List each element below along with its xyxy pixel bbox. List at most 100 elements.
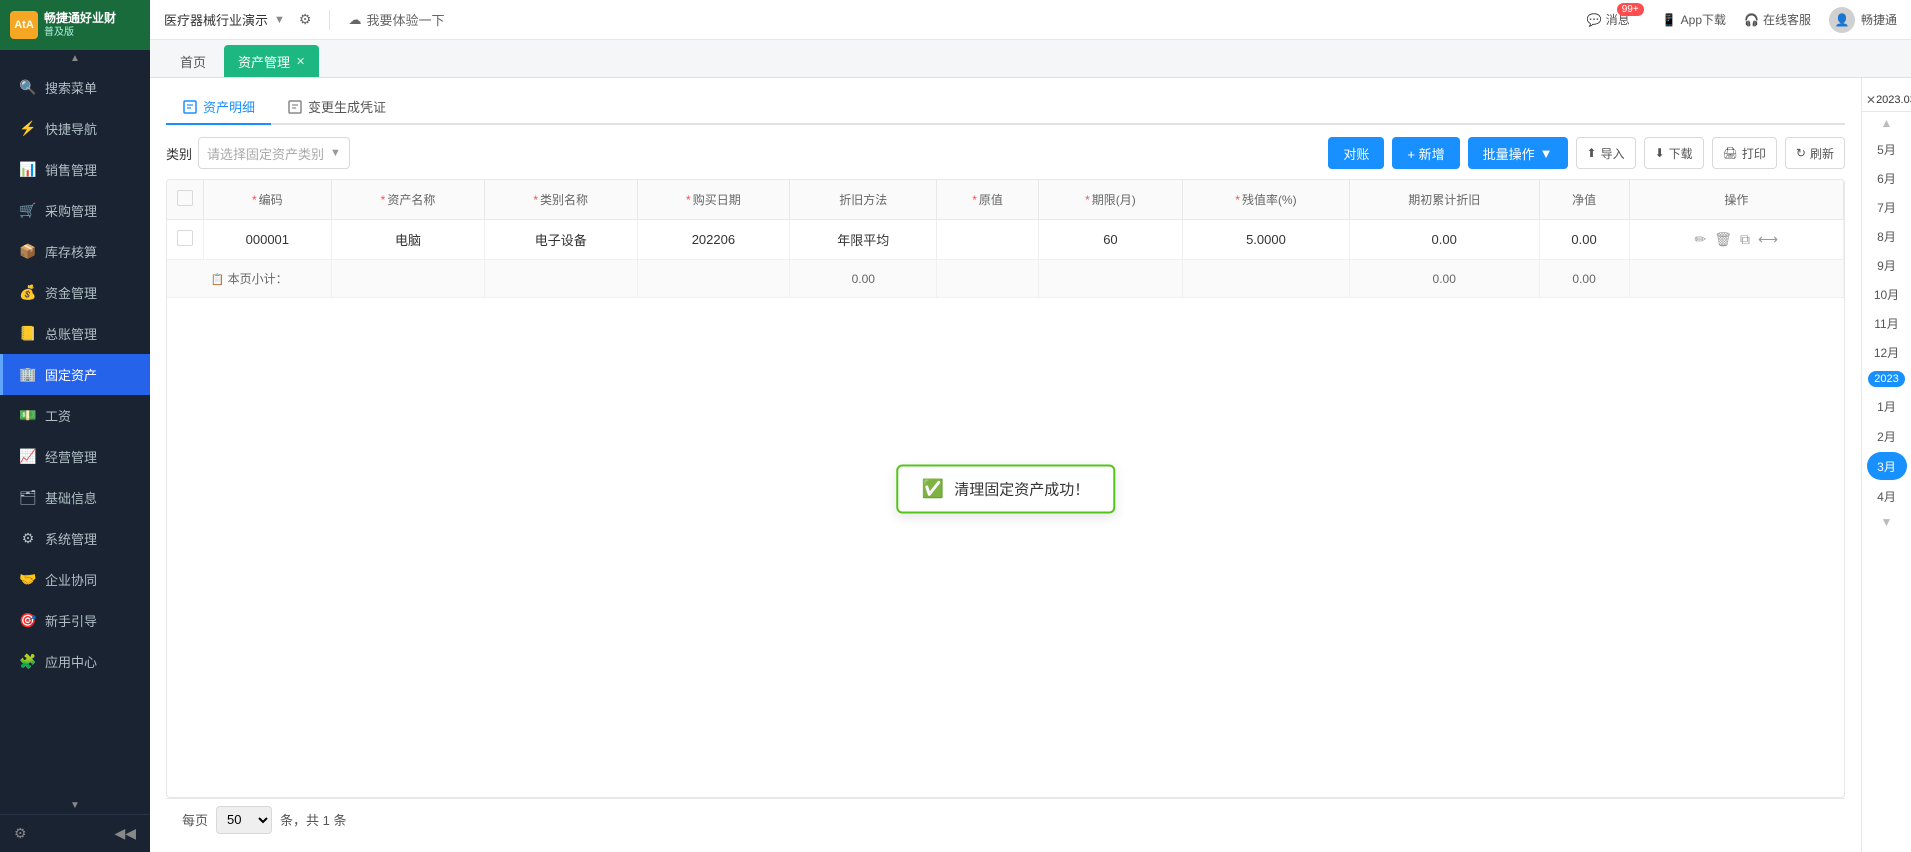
month-item-2[interactable]: 2月 [1867,422,1907,450]
sidebar-item-base[interactable]: 🗂 基础信息 [0,477,150,518]
sidebar-item-sales[interactable]: 📊 销售管理 [0,149,150,190]
table-header-row: *编码 *资产名称 *类别名称 *购买日期 折旧方法 *原值 *期限(月) *残… [167,180,1844,220]
sidebar-item-payroll[interactable]: 💵 工资 [0,395,150,436]
collab-icon: 🤝 [19,571,37,589]
right-panel: ✕ 2023.03 ⤢ ▲ 5月 6月 7月 8月 9月 10月 11月 12月… [1861,78,1911,852]
sidebar-item-funds[interactable]: 💰 资金管理 [0,272,150,313]
settings-icon[interactable]: ⚙ [14,825,27,842]
download-icon2: ⬇ [1655,146,1665,160]
sidebar-item-label: 基础信息 [45,488,97,507]
scroll-down-arrow[interactable]: ▼ [1881,511,1893,533]
download-button[interactable]: ⬇ 下载 [1644,137,1704,169]
base-icon: 🗂 [19,489,37,507]
header-checkbox[interactable] [177,190,193,206]
delete-icon[interactable]: 🗑 [1714,231,1732,248]
month-item-11[interactable]: 11月 [1867,309,1907,337]
tab-assets-label: 资产管理 [238,52,290,71]
refresh-button[interactable]: ↻ 刷新 [1785,137,1845,169]
sidebar-item-ledger[interactable]: 📒 总账管理 [0,313,150,354]
sub-tab-change-voucher[interactable]: 变更生成凭证 [271,90,402,125]
sidebar-item-assets[interactable]: 🏢 固定资产 [0,354,150,395]
service-button[interactable]: 🎧 在线客服 [1744,11,1811,28]
purchase-icon: 🛒 [19,202,37,220]
category-filter-label: 类别 [166,144,192,163]
batch-button[interactable]: 批量操作 ▼ [1468,137,1568,169]
scroll-up-arrow[interactable]: ▲ [1881,112,1893,134]
year-2023-label: 2023 [1868,371,1904,387]
message-button[interactable]: 💬 消息 99+ [1587,11,1630,28]
right-panel-close-icon[interactable]: ✕ [1866,93,1876,107]
sidebar-item-system[interactable]: ⚙ 系统管理 [0,518,150,559]
download-icon: 📱 [1662,13,1677,27]
per-page-select[interactable]: 50 100 [216,806,272,834]
ledger-icon: 📒 [19,325,37,343]
edit-icon[interactable]: ✏ [1695,231,1707,248]
sidebar-nav: 🔍 搜索菜单 ⚡ 快捷导航 📊 销售管理 🛒 采购管理 📦 库存核算 💰 资金管… [0,67,150,797]
action-icons: ✏ 🗑 ⧉ ⟷ [1638,231,1835,248]
sidebar-item-label: 资金管理 [45,283,97,302]
month-item-9[interactable]: 9月 [1867,251,1907,279]
experience-button[interactable]: ☁ 我要体验一下 [348,10,444,29]
month-item-7[interactable]: 7月 [1867,193,1907,221]
collapse-icon[interactable]: ◀◀ [114,825,136,842]
sidebar-scroll-down[interactable]: ▼ [0,797,150,814]
user-menu[interactable]: 👤 畅捷通 [1829,7,1897,33]
sidebar-item-search[interactable]: 🔍 搜索菜单 [0,67,150,108]
logo-text: 畅捷通好业财 普及版 [44,11,116,40]
message-icon: 💬 [1587,13,1602,27]
sidebar-logo: AtA 畅捷通好业财 普及版 [0,0,150,50]
subtotal-residual-cell [1183,260,1350,298]
company-selector[interactable]: 医疗器械行业演示 ▼ [164,10,285,29]
month-item-1[interactable]: 1月 [1867,392,1907,420]
th-check [167,180,203,220]
right-panel-header: ✕ 2023.03 ⤢ [1862,88,1911,112]
month-item-8[interactable]: 8月 [1867,222,1907,250]
success-toast: ✅ 清理固定资产成功！ [896,464,1115,513]
month-item-3-current[interactable]: 3月 [1867,452,1907,480]
import-button[interactable]: ⬆ 导入 [1576,137,1636,169]
print-label: 打印 [1742,145,1766,162]
month-item-10[interactable]: 10月 [1867,280,1907,308]
settings-gear-icon[interactable]: ⚙ [299,11,312,28]
funds-icon: 💰 [19,284,37,302]
copy-icon[interactable]: ⧉ [1740,231,1750,248]
month-item-12[interactable]: 12月 [1867,338,1907,366]
sidebar-item-inventory[interactable]: 📦 库存核算 [0,231,150,272]
sub-tab-asset-detail[interactable]: 资产明细 [166,90,271,125]
sidebar-item-guide[interactable]: 🎯 新手引导 [0,600,150,641]
search-icon: 🔍 [19,79,37,97]
assets-icon: 🏢 [19,366,37,384]
row-checkbox[interactable] [177,230,193,246]
tab-assets-mgmt[interactable]: 资产管理 ✕ [224,45,319,77]
sidebar-item-apps[interactable]: 🧩 应用中心 [0,641,150,682]
sidebar-bottom: ⚙ ◀◀ [0,814,150,852]
print-button[interactable]: 🖨 打印 [1712,137,1777,169]
sidebar-item-purchase[interactable]: 🛒 采购管理 [0,190,150,231]
sidebar-item-label: 库存核算 [45,242,97,261]
month-item-6[interactable]: 6月 [1867,164,1907,192]
sidebar-item-collab[interactable]: 🤝 企业协同 [0,559,150,600]
download-label2: 下载 [1669,145,1693,162]
more-icon[interactable]: ⟷ [1758,231,1778,248]
new-button[interactable]: + 新增 [1392,137,1459,169]
account-label: 对账 [1343,144,1369,163]
main-content: 资产明细 变更生成凭证 类别 请选择固定资产类别 ▼ [150,78,1861,852]
asset-detail-icon [182,99,198,115]
app-download-button[interactable]: 📱 App下载 [1662,11,1726,28]
sidebar-scroll-up[interactable]: ▲ [0,50,150,67]
subtotal-original-cell [937,260,1039,298]
th-net-value: 净值 [1539,180,1629,220]
experience-label: 我要体验一下 [366,10,444,29]
sidebar-item-quick[interactable]: ⚡ 快捷导航 [0,108,150,149]
tab-close-icon[interactable]: ✕ [296,55,305,68]
month-item-5[interactable]: 5月 [1867,135,1907,163]
sidebar-item-operations[interactable]: 📈 经营管理 [0,436,150,477]
account-button[interactable]: 对账 [1328,137,1384,169]
table-container: *编码 *资产名称 *类别名称 *购买日期 折旧方法 *原值 *期限(月) *残… [166,179,1845,798]
tab-home[interactable]: 首页 [166,45,220,77]
category-filter-select[interactable]: 请选择固定资产类别 ▼ [198,137,350,169]
toast-message: 清理固定资产成功！ [954,478,1089,499]
month-item-4[interactable]: 4月 [1867,482,1907,510]
subtotal-action-cell [1629,260,1843,298]
company-name: 医疗器械行业演示 [164,10,268,29]
